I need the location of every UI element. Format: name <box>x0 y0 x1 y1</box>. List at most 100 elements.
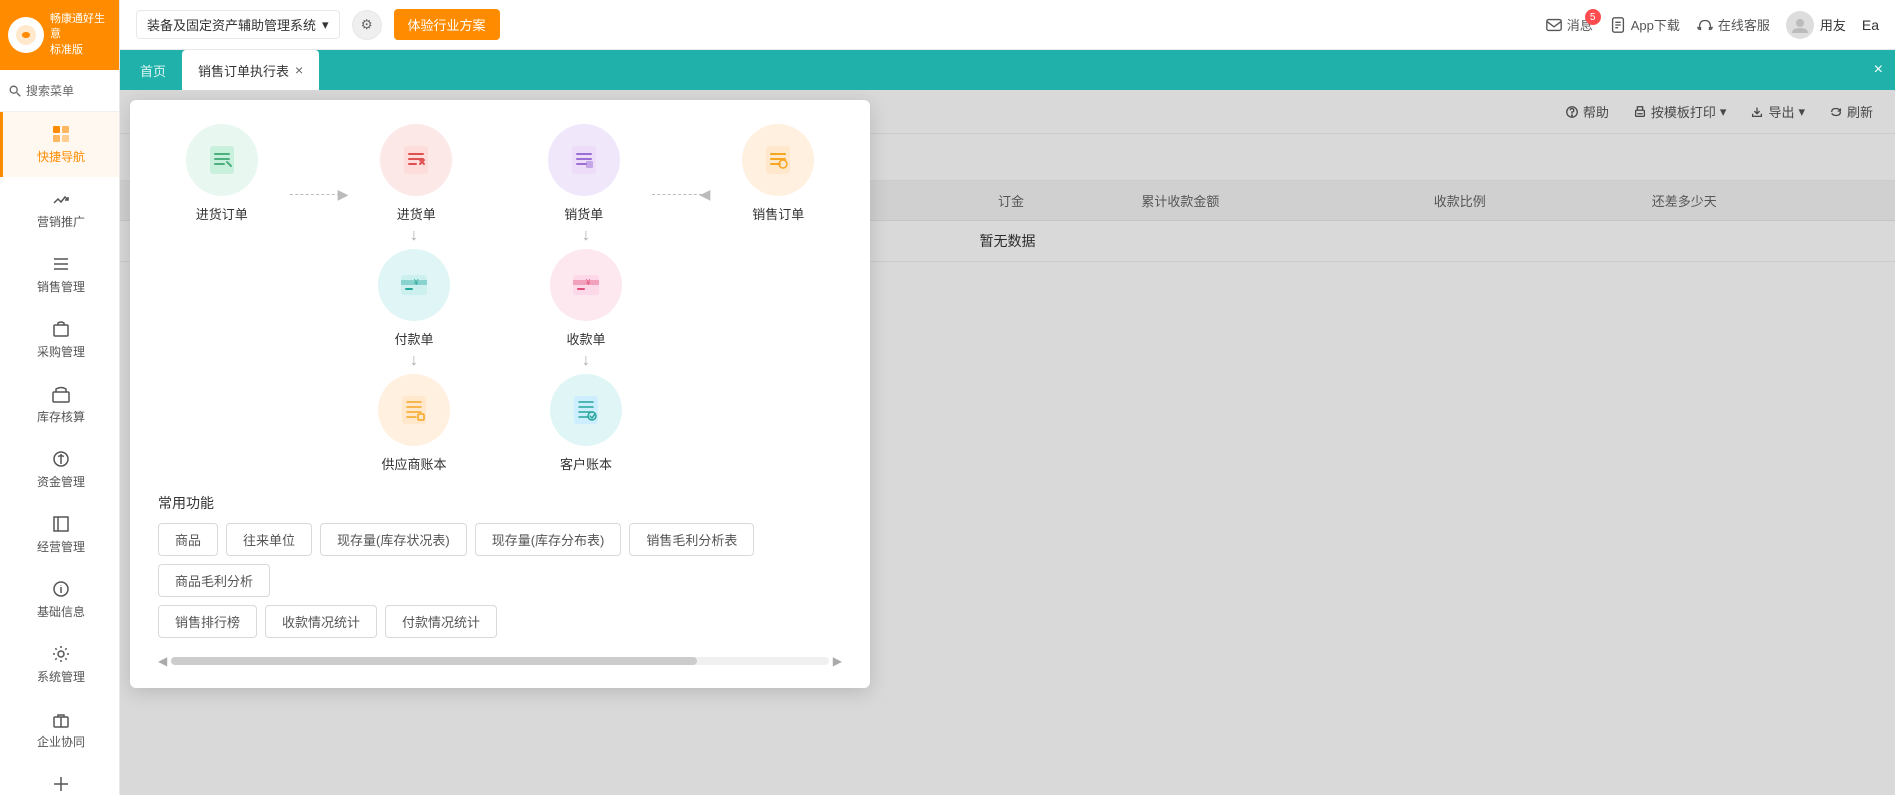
flow-node-sales-bill[interactable]: 销货单 <box>520 124 648 223</box>
online-service-label: 在线客服 <box>1718 15 1770 34</box>
svg-text:¥: ¥ <box>585 278 591 287</box>
common-btn-counterpart[interactable]: 往来单位 <box>226 523 312 556</box>
sidebar-item-marketing-label: 营销推广 <box>37 213 85 230</box>
common-btn-receipt-stats[interactable]: 收款情况统计 <box>265 605 377 638</box>
sidebar-item-quicknav[interactable]: 快捷导航 <box>0 112 119 177</box>
common-btn-payment-stats[interactable]: 付款情况统计 <box>385 605 497 638</box>
sidebar-item-system-label: 系统管理 <box>37 668 85 685</box>
topbar: 装备及固定资产辅助管理系统 ▾ ⚙ 体验行业方案 消息 5 <box>120 0 1895 50</box>
message-badge: 5 <box>1585 9 1601 25</box>
quick-nav-popup: 进货订单 ▶ <box>130 100 870 688</box>
popup-overlay: 进货订单 ▶ <box>120 90 1895 795</box>
svg-text:¥: ¥ <box>413 278 419 287</box>
down-arrow-purchase-bill: ↓ <box>348 227 480 245</box>
arrow-purchase-order-to-purchase-bill: ▶ <box>290 186 349 203</box>
sales-order-icon <box>742 124 814 196</box>
sidebar-item-sales[interactable]: 销售管理 <box>0 242 119 307</box>
sidebar-item-operations[interactable]: 经营管理 <box>0 502 119 567</box>
sidebar-item-basicinfo[interactable]: 基础信息 <box>0 567 119 632</box>
customer-ledger-icon <box>550 374 622 446</box>
settings-button[interactable]: ⚙ <box>352 10 382 40</box>
logo-icon <box>8 17 44 53</box>
tabbar: 首页 销售订单执行表 × × <box>120 50 1895 90</box>
content-area: 帮助 按模板打印 ▾ 导出 ▾ <box>120 90 1895 795</box>
common-functions-title: 常用功能 <box>158 493 842 513</box>
system-selector[interactable]: 装备及固定资产辅助管理系统 ▾ <box>136 10 340 39</box>
common-buttons-row1: 商品 往来单位 现存量(库存状况表) 现存量(库存分布表) 销售毛利分析表 商品… <box>158 523 842 597</box>
payment-bill-icon: ¥ <box>378 249 450 321</box>
sidebar-item-purchase-label: 采购管理 <box>37 343 85 360</box>
tabbar-close-button[interactable]: × <box>1874 61 1883 79</box>
sidebar-item-finance-label: 资金管理 <box>37 473 85 490</box>
common-btn-sales-profit-analysis[interactable]: 销售毛利分析表 <box>629 523 754 556</box>
tab-home[interactable]: 首页 <box>124 50 182 90</box>
receipt-bill-label: 收款单 <box>566 329 605 348</box>
user-menu[interactable]: 用友 <box>1786 11 1846 39</box>
sidebar-logo: 畅康通好生意 标准版 <box>0 0 119 70</box>
main-area: 装备及固定资产辅助管理系统 ▾ ⚙ 体验行业方案 消息 5 <box>120 0 1895 795</box>
sidebar: 畅康通好生意 标准版 搜索菜单 快捷导航 <box>0 0 120 795</box>
flow-node-purchase-bill[interactable]: 进货单 <box>352 124 480 223</box>
scroll-right-arrow[interactable]: ▶ <box>833 654 842 668</box>
tab-sales-order-label: 销售订单执行表 <box>198 61 289 80</box>
sidebar-item-sales-label: 销售管理 <box>37 278 85 295</box>
common-buttons-row2: 销售排行榜 收款情况统计 付款情况统计 <box>158 605 842 638</box>
sidebar-item-finance[interactable]: 资金管理 <box>0 437 119 502</box>
tab-close-icon[interactable]: × <box>295 62 303 78</box>
receipt-bill-icon: ¥ <box>550 249 622 321</box>
common-btn-sales-rank[interactable]: 销售排行榜 <box>158 605 257 638</box>
flow-node-customer-ledger[interactable]: 客户账本 <box>520 374 652 473</box>
search-button[interactable]: 搜索菜单 <box>8 78 111 103</box>
flow-node-receipt-bill[interactable]: ¥ 收款单 <box>520 249 652 348</box>
user-avatar <box>1786 11 1814 39</box>
user-label-ea: Ea <box>1862 17 1879 33</box>
sidebar-item-basicinfo-label: 基础信息 <box>37 603 85 620</box>
payment-bill-label: 付款单 <box>394 329 433 348</box>
sidebar-item-operations-label: 经营管理 <box>37 538 85 555</box>
user-name: 用友 <box>1820 15 1846 34</box>
common-btn-product[interactable]: 商品 <box>158 523 218 556</box>
purchase-bill-icon <box>380 124 452 196</box>
search-label: 搜索菜单 <box>26 82 74 99</box>
sidebar-item-inventory[interactable]: 库存核算 <box>0 372 119 437</box>
down-arrow-payment-bill: ↓ <box>348 352 480 370</box>
flow-node-supplier-ledger[interactable]: 供应商账本 <box>348 374 480 473</box>
flow-node-purchase-order[interactable]: 进货订单 <box>158 124 286 223</box>
arrow-sales-order-to-sales-bill: ◀ <box>652 186 711 203</box>
system-title: 装备及固定资产辅助管理系统 <box>147 15 316 34</box>
sidebar-item-system[interactable]: 系统管理 <box>0 632 119 697</box>
app-download-label: App下载 <box>1631 15 1680 34</box>
experience-button[interactable]: 体验行业方案 <box>394 9 500 40</box>
sidebar-item-enterprise[interactable]: 企业协同 <box>0 697 119 762</box>
app-download-button[interactable]: App下载 <box>1609 15 1680 34</box>
flow-node-sales-order[interactable]: 销售订单 <box>714 124 842 223</box>
message-button[interactable]: 消息 5 <box>1545 15 1593 34</box>
supplier-ledger-label: 供应商账本 <box>381 454 446 473</box>
sidebar-item-marketing[interactable]: 营销推广 <box>0 177 119 242</box>
sidebar-item-inventory-label: 库存核算 <box>37 408 85 425</box>
sidebar-item-newbie[interactable]: 新手引导 <box>0 762 119 795</box>
logo-text: 畅康通好生意 标准版 <box>50 12 111 58</box>
down-arrow-receipt-bill: ↓ <box>520 352 652 370</box>
purchase-order-label: 进货订单 <box>196 204 248 223</box>
customer-ledger-label: 客户账本 <box>560 454 612 473</box>
popup-scrollbar[interactable]: ◀ ▶ <box>158 654 842 668</box>
purchase-order-icon <box>186 124 258 196</box>
scroll-left-arrow[interactable]: ◀ <box>158 654 167 668</box>
scroll-thumb[interactable] <box>171 657 697 665</box>
sales-order-label: 销售订单 <box>752 204 804 223</box>
sidebar-item-purchase[interactable]: 采购管理 <box>0 307 119 372</box>
purchase-bill-label: 进货单 <box>397 204 436 223</box>
common-btn-product-profit[interactable]: 商品毛利分析 <box>158 564 270 597</box>
tab-sales-order-execution[interactable]: 销售订单执行表 × <box>182 50 319 90</box>
common-btn-stock-dist[interactable]: 现存量(库存分布表) <box>475 523 622 556</box>
flow-node-payment-bill[interactable]: ¥ 付款单 <box>348 249 480 348</box>
sidebar-item-quicknav-label: 快捷导航 <box>37 148 85 165</box>
common-btn-stock-status[interactable]: 现存量(库存状况表) <box>320 523 467 556</box>
online-service-button[interactable]: 在线客服 <box>1696 15 1770 34</box>
sales-bill-label: 销货单 <box>564 204 603 223</box>
dropdown-icon: ▾ <box>322 17 329 33</box>
sidebar-search[interactable]: 搜索菜单 <box>0 70 119 112</box>
down-arrow-sales-bill: ↓ <box>520 227 652 245</box>
sidebar-nav: 快捷导航 营销推广 销售管理 采购管理 <box>0 112 119 795</box>
